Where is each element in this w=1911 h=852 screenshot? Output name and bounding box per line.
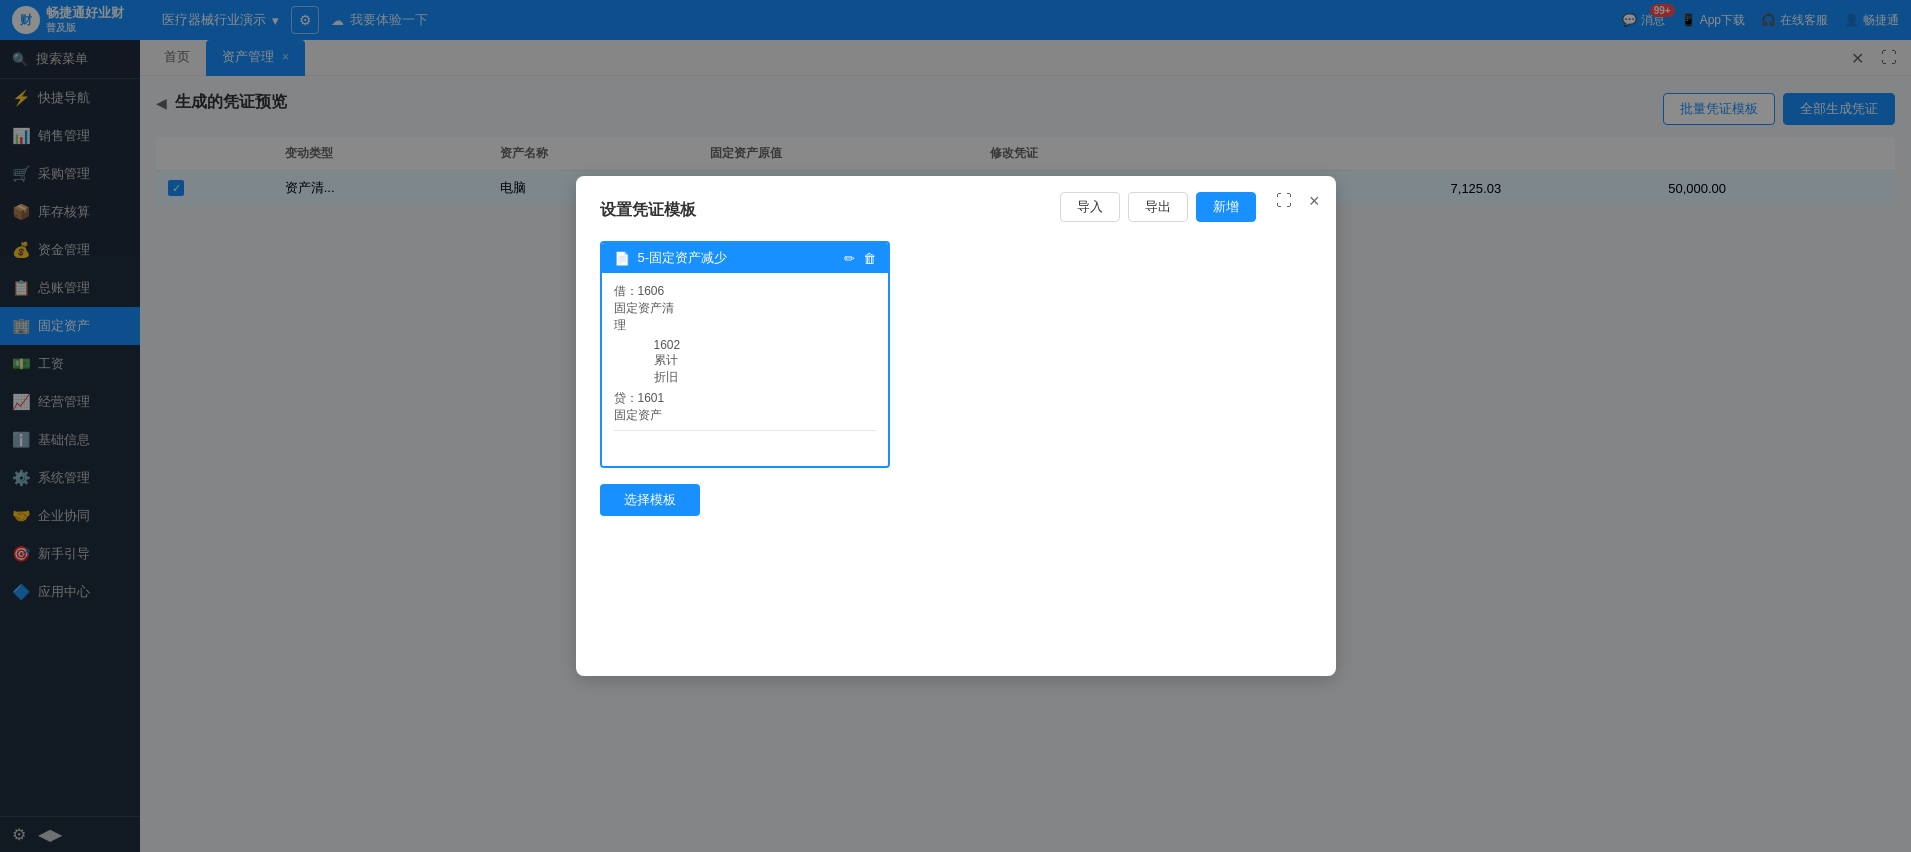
debit-col3 — [745, 338, 810, 386]
template-debit-row-2: 1602 累计折旧 — [602, 336, 888, 388]
template-file-icon: 📄 — [614, 251, 630, 266]
template-credit-row-1: 贷：1601 固定资产 — [602, 388, 888, 426]
import-button[interactable]: 导入 — [1060, 192, 1120, 222]
template-card-body: 借：1606 固定资产清理 1602 累计折旧 贷：1601 固定资产 — [602, 273, 888, 466]
template-debit-row-1: 借：1606 固定资产清理 — [602, 281, 888, 336]
select-template-button[interactable]: 选择模板 — [600, 484, 700, 516]
new-button[interactable]: 新增 — [1196, 192, 1256, 222]
template-card: 📄 5-固定资产减少 ✏ 🗑 借：1606 固定资产清理 1602 累计折旧 — [600, 241, 890, 468]
debit-label-1: 借：1606 固定资产清理 — [614, 283, 680, 334]
modal-dialog: 设置凭证模板 导入 导出 新增 × ⛶ 📄 5-固定资产减少 ✏ 🗑 借：160… — [576, 176, 1336, 676]
export-button[interactable]: 导出 — [1128, 192, 1188, 222]
template-empty-row — [614, 430, 876, 454]
debit-col3 — [745, 283, 811, 334]
debit-col4 — [810, 338, 875, 386]
debit-label-2: 1602 累计折旧 — [614, 338, 681, 386]
modal-toolbar: 导入 导出 新增 — [1060, 192, 1256, 222]
edit-template-icon[interactable]: ✏ — [844, 251, 855, 266]
modal-overlay: 设置凭证模板 导入 导出 新增 × ⛶ 📄 5-固定资产减少 ✏ 🗑 借：160… — [0, 0, 1911, 852]
debit-col2 — [680, 338, 745, 386]
debit-col2 — [679, 283, 745, 334]
credit-label-1: 贷：1601 固定资产 — [614, 390, 680, 424]
credit-col4 — [810, 390, 876, 424]
template-card-header: 📄 5-固定资产减少 ✏ 🗑 — [602, 243, 888, 273]
credit-col3 — [745, 390, 811, 424]
credit-col2 — [679, 390, 745, 424]
delete-template-icon[interactable]: 🗑 — [863, 251, 876, 266]
modal-close-button[interactable]: × — [1309, 192, 1320, 210]
template-title: 5-固定资产减少 — [638, 249, 728, 267]
template-actions: ✏ 🗑 — [844, 251, 876, 266]
debit-col4 — [810, 283, 876, 334]
modal-restore-button[interactable]: ⛶ — [1276, 192, 1292, 210]
